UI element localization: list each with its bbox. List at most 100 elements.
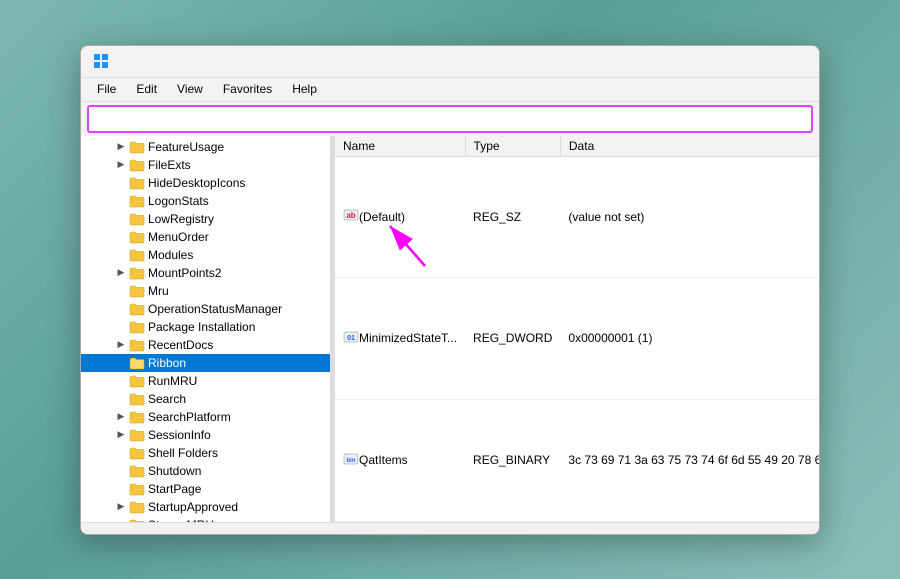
tree-item-hidedesktopicons[interactable]: HideDesktopIcons [81,174,330,192]
table-row[interactable]: 01MinimizedStateT...REG_DWORD0x00000001 … [335,278,819,400]
expand-icon[interactable] [113,391,129,407]
menu-edit[interactable]: Edit [128,80,165,98]
tree-item-mru[interactable]: Mru [81,282,330,300]
tree-item-label: Shutdown [148,464,201,478]
cell-name: 01MinimizedStateT... [335,278,465,400]
tree-item-recentdocs[interactable]: ▶ RecentDocs [81,336,330,354]
tree-panel[interactable]: ▶FeatureUsage▶FileExts HideDesktopIcons … [81,136,331,522]
col-data[interactable]: Data [560,136,819,157]
expand-icon[interactable] [113,211,129,227]
folder-icon [129,266,145,280]
expand-icon[interactable] [113,175,129,191]
tree-item-label: RunMRU [148,374,197,388]
minimize-button[interactable] [669,45,715,77]
maximize-button[interactable] [715,45,761,77]
svg-text:01: 01 [347,335,355,342]
folder-icon [129,230,145,244]
expand-icon[interactable] [113,319,129,335]
expand-icon[interactable] [113,463,129,479]
expand-icon[interactable]: ▶ [113,499,129,515]
expand-icon[interactable]: ▶ [113,409,129,425]
tree-item-startpage[interactable]: StartPage [81,480,330,498]
folder-icon [129,140,145,154]
expand-icon[interactable] [113,283,129,299]
tree-item-menuorder[interactable]: MenuOrder [81,228,330,246]
tree-item-label: Shell Folders [148,446,218,460]
tree-item-operationstatusmanager[interactable]: OperationStatusManager [81,300,330,318]
expand-icon[interactable]: ▶ [113,139,129,155]
reg-binary-icon: bin [343,452,359,469]
tree-item-modules[interactable]: Modules [81,246,330,264]
expand-icon[interactable] [113,481,129,497]
tree-item-label: RecentDocs [148,338,213,352]
tree-item-shutdown[interactable]: Shutdown [81,462,330,480]
app-icon [93,53,109,69]
tree-item-label: Package Installation [148,320,255,334]
svg-text:ab: ab [346,211,355,220]
folder-icon [129,284,145,298]
tree-item-logonstats[interactable]: LogonStats [81,192,330,210]
expand-icon[interactable]: ▶ [113,157,129,173]
svg-text:bin: bin [347,458,356,464]
entry-name: QatItems [359,453,408,467]
tree-item-search[interactable]: Search [81,390,330,408]
tree-item-label: Search [148,392,186,406]
expand-icon[interactable] [113,247,129,263]
tree-item-searchplatform[interactable]: ▶SearchPlatform [81,408,330,426]
menu-favorites[interactable]: Favorites [215,80,280,98]
cell-type: REG_SZ [465,156,560,278]
folder-icon [129,464,145,478]
folder-icon [129,374,145,388]
data-content-wrap: Name Type Data ab (Default) REG_SZ(value n… [335,136,819,522]
folder-icon [129,446,145,460]
folder-icon [129,428,145,442]
tree-item-ribbon[interactable]: Ribbon [81,354,330,372]
close-button[interactable] [761,45,807,77]
cell-data: 0x00000001 (1) [560,278,819,400]
menu-file[interactable]: File [89,80,124,98]
tree-item-label: MenuOrder [148,230,209,244]
folder-icon [129,500,145,514]
expand-icon[interactable] [113,445,129,461]
tree-item-featureusage[interactable]: ▶FeatureUsage [81,138,330,156]
folder-icon [129,482,145,496]
menu-view[interactable]: View [169,80,211,98]
col-type[interactable]: Type [465,136,560,157]
tree-item-runmru[interactable]: RunMRU [81,372,330,390]
col-name[interactable]: Name [335,136,465,157]
window-controls [669,45,807,77]
tree-item-startupapproved[interactable]: ▶ StartupApproved [81,498,330,516]
tree-item-lowregistry[interactable]: LowRegistry [81,210,330,228]
folder-icon [129,158,145,172]
cell-name: ab (Default) [335,156,465,278]
cell-type: REG_BINARY [465,399,560,521]
main-content: ▶FeatureUsage▶FileExts HideDesktopIcons … [81,136,819,522]
tree-item-label: StartupApproved [148,500,238,514]
folder-icon [129,212,145,226]
folder-icon [129,392,145,406]
tree-item-fileexts[interactable]: ▶FileExts [81,156,330,174]
table-row[interactable]: binQatItemsREG_BINARY3c 73 69 71 3a 63 7… [335,399,819,521]
cell-type: REG_DWORD [465,278,560,400]
expand-icon[interactable] [113,355,129,371]
tree-item-label: SessionInfo [148,428,211,442]
expand-icon[interactable]: ▶ [113,337,129,353]
table-row[interactable]: ab (Default) REG_SZ(value not set) [335,156,819,278]
entry-name: (Default) [359,210,405,224]
address-bar[interactable] [87,105,813,133]
expand-icon[interactable]: ▶ [113,427,129,443]
tree-item-package-installation[interactable]: Package Installation [81,318,330,336]
menu-help[interactable]: Help [284,80,325,98]
expand-icon[interactable]: ▶ [113,265,129,281]
tree-item-shell-folders[interactable]: Shell Folders [81,444,330,462]
horizontal-scrollbar[interactable] [81,522,819,534]
registry-table: Name Type Data ab (Default) REG_SZ(value n… [335,136,819,522]
tree-item-sessioninfo[interactable]: ▶ SessionInfo [81,426,330,444]
folder-icon [129,410,145,424]
cell-data: (value not set) [560,156,819,278]
tree-item-mountpoints2[interactable]: ▶MountPoints2 [81,264,330,282]
expand-icon[interactable] [113,193,129,209]
expand-icon[interactable] [113,301,129,317]
expand-icon[interactable] [113,229,129,245]
expand-icon[interactable] [113,373,129,389]
